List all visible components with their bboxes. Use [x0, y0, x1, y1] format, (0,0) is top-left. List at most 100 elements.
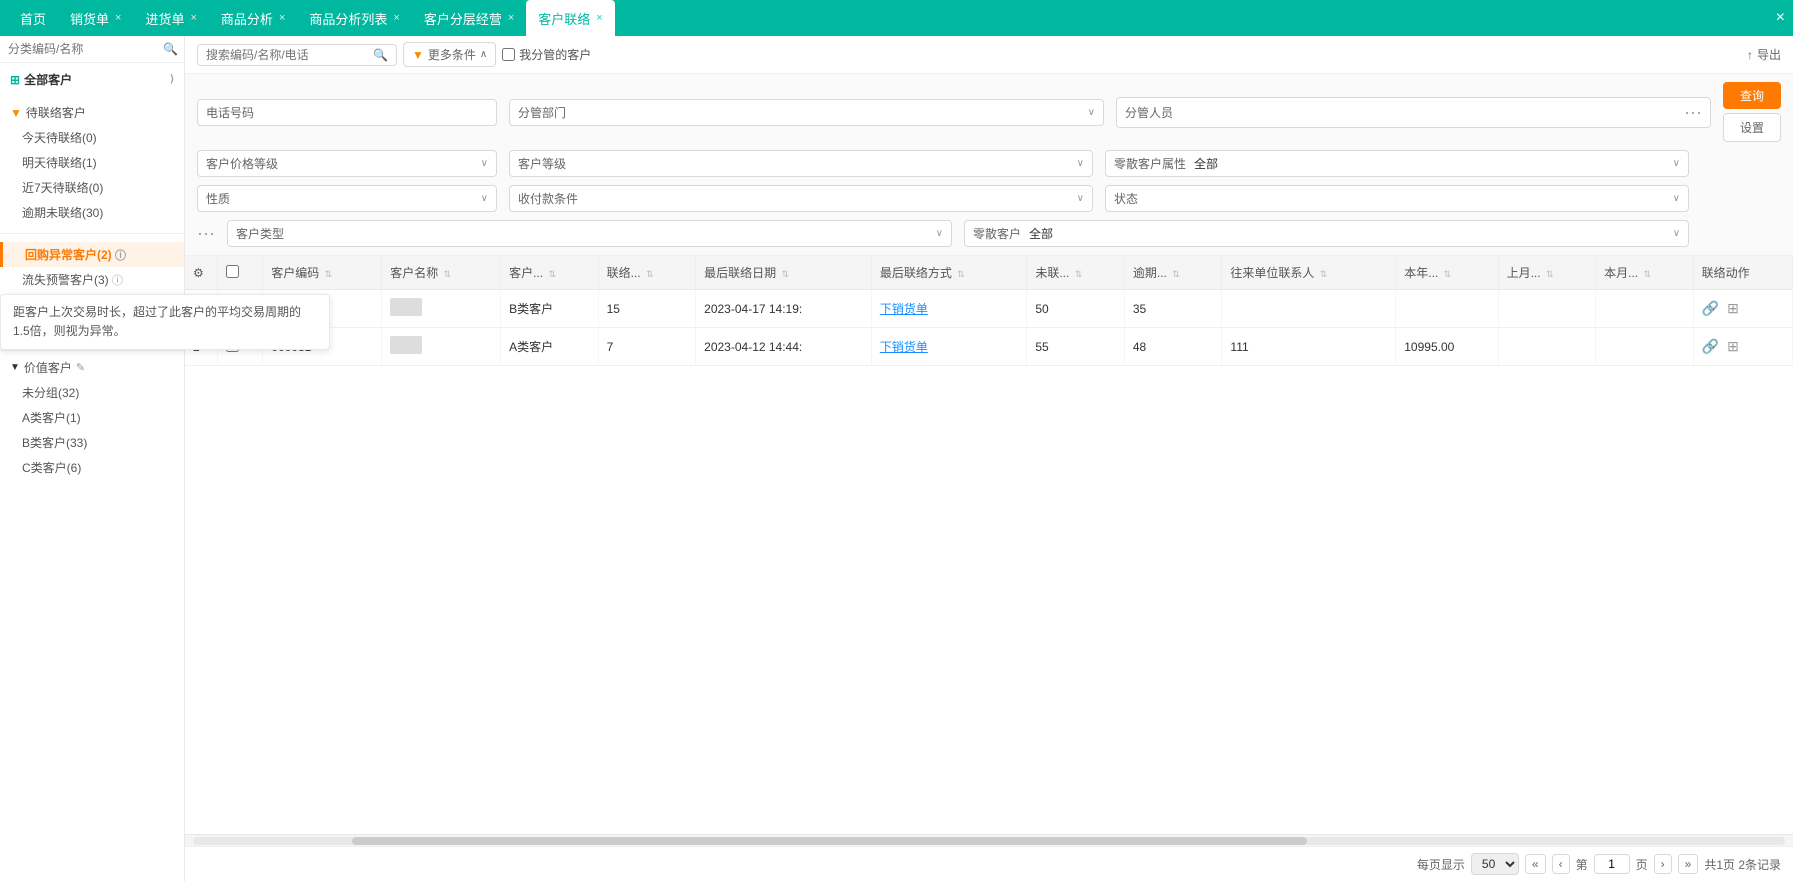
td-action-1: 🔗 ⊞ — [1693, 290, 1792, 328]
nav-product-analysis-list-close[interactable]: × — [393, 12, 399, 24]
my-customers-checkbox[interactable] — [502, 48, 515, 61]
next-page-btn[interactable]: › — [1654, 854, 1672, 874]
first-page-btn[interactable]: « — [1525, 854, 1546, 874]
customer-level-filter[interactable]: 客户等级 ∨ — [509, 150, 1093, 177]
info-icon-2[interactable]: ⓘ — [112, 275, 123, 287]
nav-purchase-order-close[interactable]: × — [190, 12, 196, 24]
th-code[interactable]: 客户编码 ⇅ — [263, 256, 382, 290]
th-last-contact-date[interactable]: 最后联络日期 ⇅ — [696, 256, 872, 290]
sidebar-item-ungrouped[interactable]: 未分组(32) — [0, 380, 184, 405]
customer-name-avatar-2 — [390, 336, 422, 354]
horizontal-scrollbar[interactable] — [185, 834, 1793, 846]
nav-customer-contact-close[interactable]: × — [596, 12, 602, 24]
select-all-checkbox[interactable] — [226, 265, 239, 278]
th-checkbox[interactable] — [217, 256, 263, 290]
page-size-select[interactable]: 50 — [1471, 853, 1519, 875]
th-last-contact-method[interactable]: 最后联络方式 ⇅ — [871, 256, 1027, 290]
sidebar-search-box[interactable]: 🔍 — [0, 36, 184, 63]
edit-icon[interactable]: ✎ — [76, 361, 85, 374]
price-level-filter[interactable]: 客户价格等级 ∨ — [197, 150, 497, 177]
last-page-btn[interactable]: » — [1678, 854, 1699, 874]
search-icon[interactable]: 🔍 — [373, 48, 388, 62]
sidebar-search-icon[interactable]: 🔍 — [163, 42, 178, 56]
td-this-year-1 — [1396, 290, 1498, 328]
table-area[interactable]: ⚙ 客户编码 ⇅ 客户名称 ⇅ 客户... ⇅ — [185, 256, 1793, 834]
nav-customer-segmentation-close[interactable]: × — [508, 12, 514, 24]
sidebar-item-class-c[interactable]: C类客户(6) — [0, 455, 184, 480]
th-last-month[interactable]: 上月... ⇅ — [1498, 256, 1596, 290]
price-level-arrow: ∨ — [481, 158, 488, 169]
sidebar-item-overdue[interactable]: 逾期未联络(30) — [0, 200, 184, 225]
gender-filter[interactable]: 性质 ∨ — [197, 185, 497, 212]
retail-customer-filter[interactable]: 零散客户 全部 ∨ — [964, 220, 1689, 247]
nav-purchase-order[interactable]: 进货单 × — [133, 0, 208, 36]
customer-name-avatar-1 — [390, 298, 422, 316]
th-settings[interactable]: ⚙ — [185, 256, 217, 290]
person-filter[interactable]: 分管人员 ··· — [1116, 97, 1711, 128]
sidebar-search-input[interactable] — [8, 42, 163, 56]
collapse-icon[interactable]: ⟩ — [170, 74, 174, 85]
th-contact-person[interactable]: 往来单位联系人 ⇅ — [1222, 256, 1396, 290]
sort-method-icon: ⇅ — [957, 269, 965, 279]
td-uncontacted-1: 50 — [1027, 290, 1125, 328]
sidebar-item-7days[interactable]: 近7天待联络(0) — [0, 175, 184, 200]
sidebar-item-today[interactable]: 今天待联络(0) — [0, 125, 184, 150]
td-this-month-1 — [1596, 290, 1694, 328]
query-button[interactable]: 查询 — [1723, 82, 1781, 109]
pending-group-title[interactable]: ▼ 待联络客户 — [0, 100, 184, 125]
sidebar-item-tomorrow[interactable]: 明天待联络(1) — [0, 150, 184, 175]
page-number-input[interactable] — [1594, 854, 1630, 874]
sidebar-item-class-a[interactable]: A类客户(1) — [0, 405, 184, 430]
sidebar-item-repurchase-anomaly[interactable]: 回购异常客户(2) ⓘ — [0, 242, 184, 267]
prev-page-btn[interactable]: ‹ — [1552, 854, 1570, 874]
nav-sales-order[interactable]: 销货单 × — [58, 0, 133, 36]
th-name[interactable]: 客户名称 ⇅ — [382, 256, 501, 290]
all-customers-header[interactable]: ⊞ 全部客户 ⟩ — [0, 63, 184, 96]
settings-th-icon[interactable]: ⚙ — [193, 266, 204, 280]
link-icon-2[interactable]: 🔗 — [1702, 338, 1719, 355]
td-action-2: 🔗 ⊞ — [1693, 328, 1792, 366]
scrollbar-track[interactable] — [193, 837, 1785, 845]
th-level[interactable]: 客户... ⇅ — [501, 256, 599, 290]
value-group-header[interactable]: ▼ 价值客户 ✎ — [0, 355, 184, 380]
sidebar-item-churn-warning[interactable]: 流失预警客户(3) ⓘ — [0, 267, 184, 292]
sidebar-item-class-b[interactable]: B类客户(33) — [0, 430, 184, 455]
nav-product-analysis[interactable]: 商品分析 × — [209, 0, 297, 36]
settings-button[interactable]: 设置 — [1723, 113, 1781, 142]
more-filter-cell[interactable]: ··· — [197, 223, 215, 244]
nav-home[interactable]: 首页 — [8, 0, 58, 36]
th-this-year[interactable]: 本年... ⇅ — [1396, 256, 1498, 290]
info-icon-1[interactable]: ⓘ — [115, 250, 126, 262]
grid-action-icon-1[interactable]: ⊞ — [1727, 300, 1739, 317]
td-overdue-1: 35 — [1124, 290, 1222, 328]
th-uncontacted[interactable]: 未联... ⇅ — [1027, 256, 1125, 290]
nav-customer-contact[interactable]: 客户联络 × — [526, 0, 614, 36]
phone-filter[interactable]: 电话号码 — [197, 99, 497, 126]
dept-filter[interactable]: 分管部门 ∨ — [509, 99, 1104, 126]
retail-attr-filter[interactable]: 零散客户属性 全部 ∨ — [1105, 150, 1689, 177]
window-close-icon[interactable]: × — [1776, 9, 1785, 27]
nav-customer-segmentation[interactable]: 客户分层经营 × — [412, 0, 526, 36]
phone-input[interactable] — [262, 105, 488, 119]
more-filters-btn[interactable]: ▼ 更多条件 ∧ — [403, 42, 496, 67]
toolbar: 🔍 ▼ 更多条件 ∧ 我分管的客户 ↑ 导出 — [185, 36, 1793, 74]
nav-product-analysis-list[interactable]: 商品分析列表 × — [297, 0, 411, 36]
nav-sales-order-close[interactable]: × — [115, 12, 121, 24]
payment-filter[interactable]: 收付款条件 ∨ — [509, 185, 1093, 212]
customer-type-filter[interactable]: 客户类型 ∨ — [227, 220, 952, 247]
th-contact-count[interactable]: 联络... ⇅ — [598, 256, 696, 290]
main-search-box[interactable]: 🔍 — [197, 44, 397, 66]
person-ellipsis-icon[interactable]: ··· — [1684, 102, 1702, 123]
top-navigation: 首页 销货单 × 进货单 × 商品分析 × 商品分析列表 × 客户分层经营 × … — [0, 0, 1793, 36]
export-btn[interactable]: ↑ 导出 — [1747, 46, 1781, 63]
scrollbar-thumb[interactable] — [352, 837, 1307, 845]
main-search-input[interactable] — [206, 48, 369, 62]
link-icon-1[interactable]: 🔗 — [1702, 300, 1719, 317]
nav-product-analysis-close[interactable]: × — [279, 12, 285, 24]
my-customers-checkbox-label[interactable]: 我分管的客户 — [502, 46, 591, 63]
grid-action-icon-2[interactable]: ⊞ — [1727, 338, 1739, 355]
status-filter[interactable]: 状态 ∨ — [1105, 185, 1689, 212]
th-this-month[interactable]: 本月... ⇅ — [1596, 256, 1694, 290]
more-dots-icon[interactable]: ··· — [197, 223, 215, 244]
th-overdue[interactable]: 逾期... ⇅ — [1124, 256, 1222, 290]
